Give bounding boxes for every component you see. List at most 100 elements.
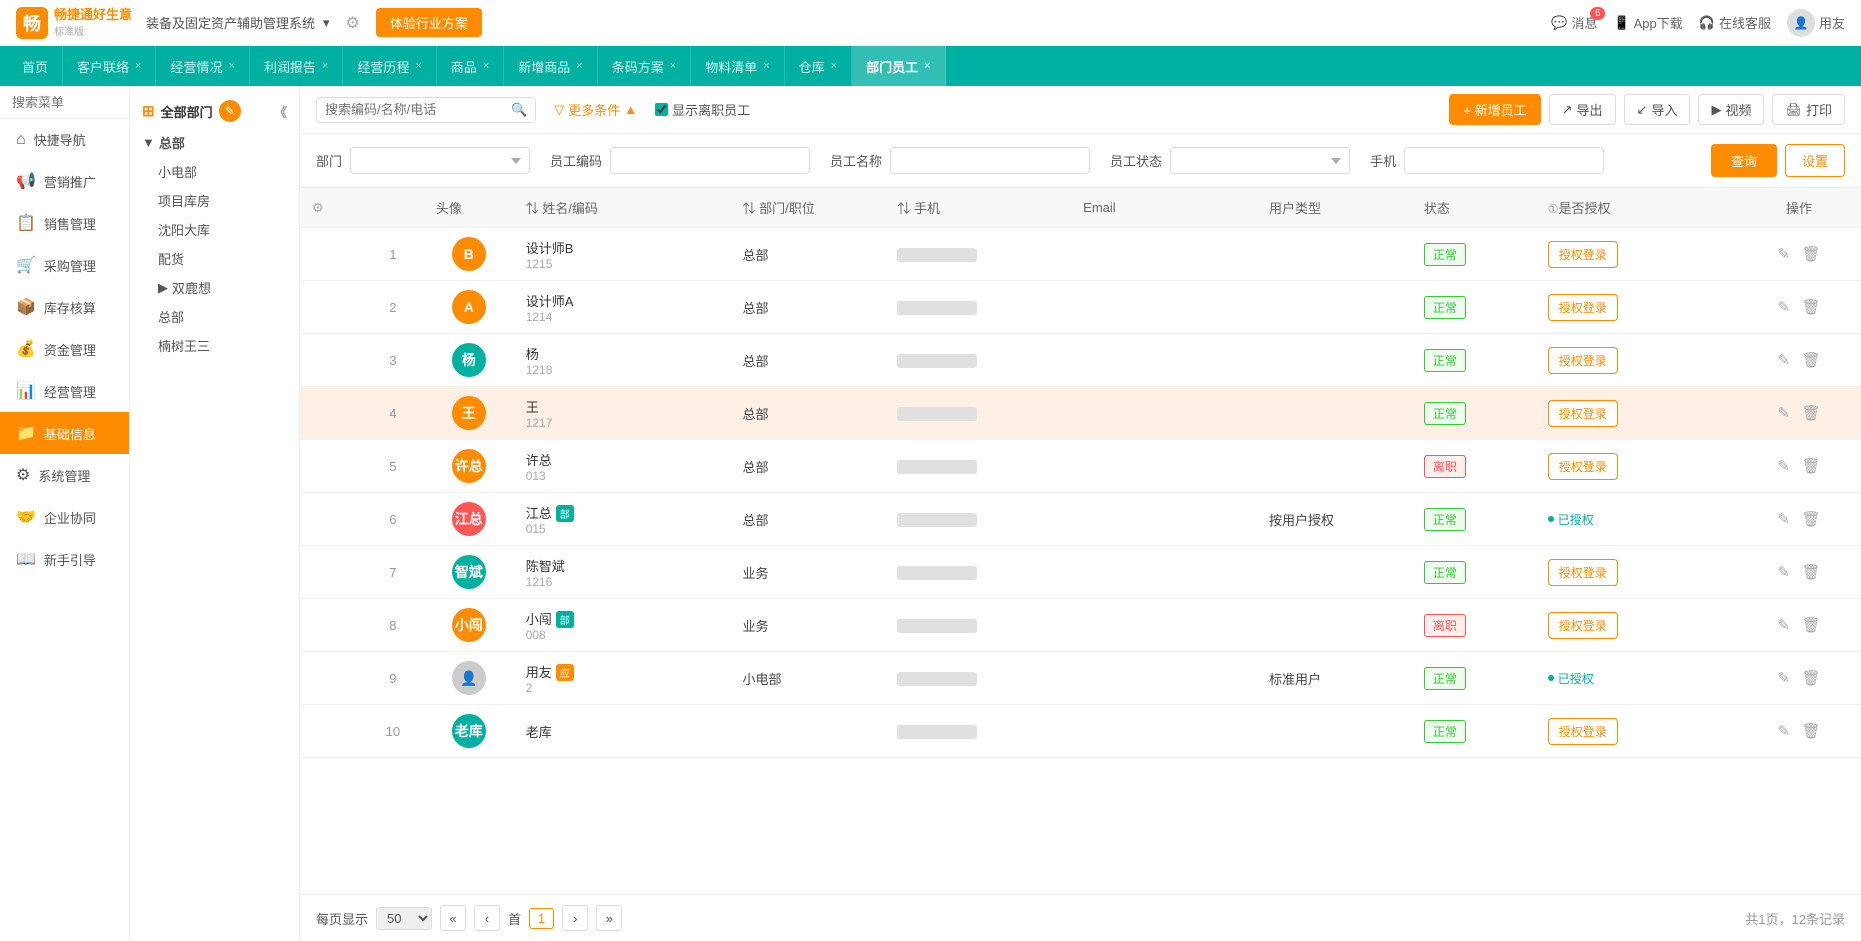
tree-node-shenyang[interactable]: 沈阳大库 <box>130 215 299 244</box>
edit-button[interactable]: ✎ <box>1773 667 1794 689</box>
sidebar-item-quick-nav[interactable]: ⌂ 快捷导航 <box>0 119 129 160</box>
phone-input[interactable] <box>1404 147 1604 174</box>
close-icon[interactable]: × <box>576 60 582 72</box>
sidebar-item-finance[interactable]: 💰 资金管理 <box>0 328 129 370</box>
close-icon[interactable]: × <box>415 60 421 72</box>
delete-button[interactable]: 🗑 <box>1798 561 1825 583</box>
close-icon[interactable]: × <box>831 60 837 72</box>
tree-node-shuanglu[interactable]: ▶ 双鹿想 <box>130 273 299 302</box>
close-icon[interactable]: × <box>135 60 141 72</box>
close-icon[interactable]: × <box>322 60 328 72</box>
sidebar-item-marketing[interactable]: 📢 营销推广 <box>0 160 129 202</box>
emp-code-input[interactable] <box>610 147 810 174</box>
authorize-button[interactable]: 授权登录 <box>1548 400 1618 427</box>
delete-button[interactable]: 🗑 <box>1798 667 1825 689</box>
user-avatar-button[interactable]: 👤 用友 <box>1787 9 1845 37</box>
tab-warehouse[interactable]: 仓库 × <box>785 46 852 86</box>
export-button[interactable]: ↗ 导出 <box>1549 94 1616 125</box>
edit-button[interactable]: ✎ <box>1773 508 1794 530</box>
sort-icon[interactable]: ⇅ <box>897 201 910 216</box>
tree-node-zongbu-parent[interactable]: ▼ 总部 <box>130 128 299 157</box>
edit-button[interactable]: ✎ <box>1773 455 1794 477</box>
edit-button[interactable]: ✎ <box>1773 296 1794 318</box>
delete-button[interactable]: 🗑 <box>1798 455 1825 477</box>
tab-dept-employee[interactable]: 部门员工 × <box>852 46 945 86</box>
delete-button[interactable]: 🗑 <box>1798 614 1825 636</box>
sort-icon[interactable]: ⇅ <box>742 201 755 216</box>
delete-button[interactable]: 🗑 <box>1798 349 1825 371</box>
search-input[interactable] <box>325 102 505 117</box>
sidebar-item-basic[interactable]: 📁 基础信息 <box>0 412 129 454</box>
dropdown-arrow-icon[interactable]: ▾ <box>323 15 330 31</box>
message-button[interactable]: 💬 消息 6 <box>1551 13 1597 32</box>
delete-button[interactable]: 🗑 <box>1798 508 1825 530</box>
first-page-button[interactable]: « <box>440 905 466 931</box>
last-page-button[interactable]: » <box>596 905 622 931</box>
prev-page-button[interactable]: ‹ <box>474 905 500 931</box>
settings-gear-button[interactable]: ⚙ <box>346 13 360 33</box>
collapse-icon[interactable]: 《 <box>274 102 287 121</box>
edit-button[interactable]: ✎ <box>1773 349 1794 371</box>
sidebar-item-guide[interactable]: 📖 新手引导 <box>0 538 129 580</box>
authorize-button[interactable]: 授权登录 <box>1548 718 1618 745</box>
emp-status-select[interactable] <box>1170 147 1350 174</box>
tree-edit-button[interactable]: ✎ <box>219 100 241 122</box>
close-icon[interactable]: × <box>670 60 676 72</box>
edit-button[interactable]: ✎ <box>1773 402 1794 424</box>
next-page-button[interactable]: › <box>562 905 588 931</box>
delete-button[interactable]: 🗑 <box>1798 720 1825 742</box>
sidebar-item-enterprise[interactable]: 🤝 企业协同 <box>0 496 129 538</box>
tab-history[interactable]: 经营历程 × <box>343 46 436 86</box>
close-icon[interactable]: × <box>924 60 930 72</box>
sidebar-item-sales[interactable]: 📋 销售管理 <box>0 202 129 244</box>
more-filter-button[interactable]: ▽ 更多条件 ▲ <box>546 96 645 123</box>
dept-select[interactable] <box>350 147 530 174</box>
tree-node-peihuo[interactable]: 配货 <box>130 244 299 273</box>
authorize-button[interactable]: 授权登录 <box>1548 453 1618 480</box>
tab-bom[interactable]: 物料清单 × <box>691 46 784 86</box>
view-button[interactable]: ▶ 视频 <box>1698 94 1764 125</box>
tree-node-xiaodibu[interactable]: 小电部 <box>130 157 299 186</box>
app-download-button[interactable]: 📱 App下载 <box>1613 13 1682 32</box>
set-button[interactable]: 设置 <box>1785 144 1845 177</box>
tree-node-project[interactable]: 项目库房 <box>130 186 299 215</box>
edit-button[interactable]: ✎ <box>1773 614 1794 636</box>
online-service-button[interactable]: 🎧 在线客服 <box>1699 13 1771 32</box>
edit-button[interactable]: ✎ <box>1773 243 1794 265</box>
sidebar-item-system[interactable]: ⚙ 系统管理 <box>0 454 129 496</box>
query-button[interactable]: 查询 <box>1711 144 1777 177</box>
column-settings-button[interactable]: ⚙ <box>312 200 350 216</box>
tab-profit[interactable]: 利润报告 × <box>250 46 343 86</box>
print-button[interactable]: 🖨 打印 <box>1772 94 1845 125</box>
add-employee-button[interactable]: + 新增员工 <box>1449 94 1540 125</box>
tab-barcode[interactable]: 条码方案 × <box>598 46 691 86</box>
authorize-button[interactable]: 授权登录 <box>1548 294 1618 321</box>
authorize-button[interactable]: 授权登录 <box>1548 241 1618 268</box>
sort-icon[interactable]: ⇅ <box>526 201 539 216</box>
sidebar-item-inventory[interactable]: 📦 库存核算 <box>0 286 129 328</box>
authorize-button[interactable]: 授权登录 <box>1548 559 1618 586</box>
emp-name-input[interactable] <box>890 147 1090 174</box>
close-icon[interactable]: × <box>228 60 234 72</box>
tab-goods[interactable]: 商品 × <box>437 46 504 86</box>
authorize-button[interactable]: 授权登录 <box>1548 612 1618 639</box>
delete-button[interactable]: 🗑 <box>1798 402 1825 424</box>
close-icon[interactable]: × <box>483 60 489 72</box>
per-page-select[interactable]: 50 100 200 <box>376 907 432 930</box>
close-icon[interactable]: × <box>763 60 769 72</box>
authorize-button[interactable]: 授权登录 <box>1548 347 1618 374</box>
import-button[interactable]: ↙ 导入 <box>1624 94 1691 125</box>
edit-button[interactable]: ✎ <box>1773 561 1794 583</box>
tree-node-zongbu-child[interactable]: 总部 <box>130 302 299 331</box>
show-resign-checkbox[interactable] <box>655 103 668 116</box>
delete-button[interactable]: 🗑 <box>1798 296 1825 318</box>
tab-add-goods[interactable]: 新增商品 × <box>504 46 597 86</box>
tab-operation[interactable]: 经营情况 × <box>156 46 249 86</box>
sidebar-item-operation[interactable]: 📊 经营管理 <box>0 370 129 412</box>
sidebar-item-purchase[interactable]: 🛒 采购管理 <box>0 244 129 286</box>
tab-customer[interactable]: 客户联络 × <box>63 46 156 86</box>
tree-node-nanshuwang[interactable]: 楠树王三 <box>130 331 299 360</box>
sidebar-search-input[interactable] <box>12 95 130 110</box>
trial-button[interactable]: 体验行业方案 <box>376 8 482 37</box>
delete-button[interactable]: 🗑 <box>1798 243 1825 265</box>
